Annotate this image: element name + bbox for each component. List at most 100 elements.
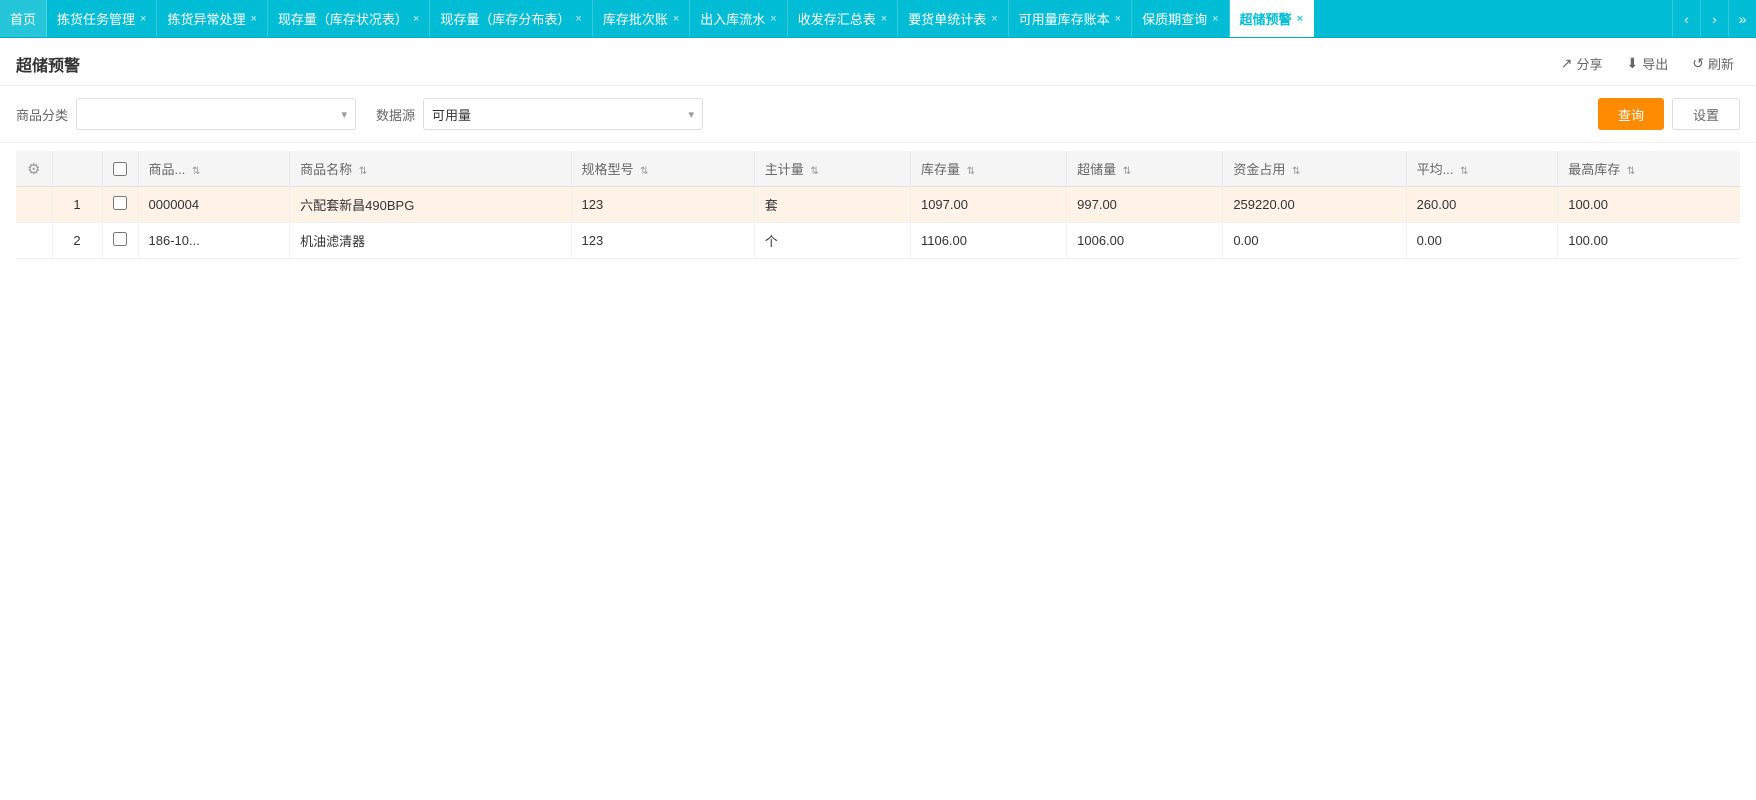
nav-prev-arrow[interactable]: ‹ <box>1672 0 1700 37</box>
table-row: 2186-10...机油滤清器123个1106.001006.000.000.0… <box>16 223 1740 259</box>
td-unit-1: 套 <box>754 187 910 223</box>
sort-icon-capital: ⇅ <box>1292 166 1300 177</box>
td-avg-1: 260.00 <box>1406 187 1558 223</box>
table-row: 10000004六配套新昌490BPG123套1097.00997.002592… <box>16 187 1740 223</box>
select-all-checkbox[interactable] <box>113 162 127 176</box>
td-spec-2: 123 <box>571 223 754 259</box>
nav-label-available-book: 可用量库存账本 <box>1019 9 1110 28</box>
nav-arrows: ‹ › » <box>1672 0 1756 37</box>
table-header-row: ⚙ 商品... ⇅ 商品名称 ⇅ 规格型号 ⇅ 主计量 ⇅ 库存量 ⇅ 超储量 … <box>16 151 1740 187</box>
nav-item-order-stats[interactable]: 要货单统计表 × <box>898 0 1008 37</box>
gear-icon: ⚙ <box>27 160 40 178</box>
datasource-select[interactable]: 可用量 ▾ <box>423 98 703 130</box>
td-code-1: 0000004 <box>138 187 290 223</box>
table-body: 10000004六配套新昌490BPG123套1097.00997.002592… <box>16 187 1740 259</box>
filter-bar: 商品分类 ▾ 数据源 可用量 ▾ 查询 设置 <box>0 86 1756 143</box>
nav-close-available-book[interactable]: × <box>1115 13 1121 25</box>
nav-label-receive-summary: 收发存汇总表 <box>798 9 876 28</box>
th-index <box>52 151 102 187</box>
page-title: 超储预警 <box>16 52 80 76</box>
nav-close-shelf-life[interactable]: × <box>1212 13 1218 25</box>
th-over[interactable]: 超储量 ⇅ <box>1067 151 1223 187</box>
nav-close-order-stats[interactable]: × <box>991 13 997 25</box>
nav-close-receive-summary[interactable]: × <box>881 13 887 25</box>
td-max_stock-2: 100.00 <box>1558 223 1740 259</box>
nav-item-available-book[interactable]: 可用量库存账本 × <box>1009 0 1132 37</box>
query-button[interactable]: 查询 <box>1598 98 1664 130</box>
refresh-button[interactable]: ↺ 刷新 <box>1686 50 1740 77</box>
category-select[interactable]: ▾ <box>76 98 356 130</box>
td-name-2: 机油滤清器 <box>290 223 571 259</box>
th-max-stock[interactable]: 最高库存 ⇅ <box>1558 151 1740 187</box>
nav-label-home: 首页 <box>10 9 36 28</box>
nav-label-over-stock: 超储预警 <box>1240 9 1292 28</box>
nav-close-pick-exception[interactable]: × <box>250 13 256 25</box>
td-index-2: 2 <box>52 223 102 259</box>
nav-label-in-out-flow: 出入库流水 <box>700 9 765 28</box>
nav-item-in-out-flow[interactable]: 出入库流水 × <box>690 0 787 37</box>
sort-icon-unit: ⇅ <box>810 166 818 177</box>
nav-close-pick-task[interactable]: × <box>140 13 146 25</box>
td-check-2 <box>102 223 138 259</box>
nav-item-home[interactable]: 首页 <box>0 0 47 37</box>
nav-item-stock-status[interactable]: 现存量（库存状况表） × <box>268 0 430 37</box>
th-spec[interactable]: 规格型号 ⇅ <box>571 151 754 187</box>
td-check-1 <box>102 187 138 223</box>
nav-label-batch-account: 库存批次账 <box>603 9 668 28</box>
row-checkbox-2[interactable] <box>113 232 127 246</box>
chevron-down-icon: ▾ <box>341 108 347 121</box>
nav-label-order-stats: 要货单统计表 <box>908 9 986 28</box>
td-unit-2: 个 <box>754 223 910 259</box>
row-checkbox-1[interactable] <box>113 196 127 210</box>
sort-icon-stock: ⇅ <box>967 166 975 177</box>
th-name[interactable]: 商品名称 ⇅ <box>290 151 571 187</box>
nav-item-receive-summary[interactable]: 收发存汇总表 × <box>788 0 898 37</box>
td-stock-2: 1106.00 <box>910 223 1066 259</box>
nav-close-over-stock[interactable]: × <box>1297 13 1303 25</box>
nav-label-pick-task: 拣货任务管理 <box>57 9 135 28</box>
category-label: 商品分类 <box>16 105 68 124</box>
nav-label-pick-exception: 拣货异常处理 <box>167 9 245 28</box>
td-gear-1 <box>16 187 52 223</box>
nav-next-arrow[interactable]: › <box>1700 0 1728 37</box>
nav-label-stock-status: 现存量（库存状况表） <box>278 9 408 28</box>
nav-item-batch-account[interactable]: 库存批次账 × <box>593 0 690 37</box>
th-capital[interactable]: 资金占用 ⇅ <box>1223 151 1406 187</box>
td-over-2: 1006.00 <box>1067 223 1223 259</box>
nav-expand-arrow[interactable]: » <box>1728 0 1756 37</box>
chevron-down-icon-2: ▾ <box>689 108 695 121</box>
sort-icon-spec: ⇅ <box>640 166 648 177</box>
share-button[interactable]: ↗ 分享 <box>1555 50 1609 77</box>
main-content: 超储预警 ↗ 分享 ⬇ 导出 ↺ 刷新 商品分类 ▾ 数据源 <box>0 38 1756 800</box>
th-code[interactable]: 商品... ⇅ <box>138 151 290 187</box>
td-avg-2: 0.00 <box>1406 223 1558 259</box>
nav-close-in-out-flow[interactable]: × <box>770 13 776 25</box>
refresh-icon: ↺ <box>1692 55 1704 72</box>
td-stock-1: 1097.00 <box>910 187 1066 223</box>
th-stock[interactable]: 库存量 ⇅ <box>910 151 1066 187</box>
header-actions: ↗ 分享 ⬇ 导出 ↺ 刷新 <box>1555 50 1740 77</box>
nav-item-stock-dist[interactable]: 现存量（库存分布表） × <box>430 0 592 37</box>
datasource-select-value: 可用量 <box>432 105 471 124</box>
th-unit[interactable]: 主计量 ⇅ <box>754 151 910 187</box>
nav-label-shelf-life: 保质期查询 <box>1142 9 1207 28</box>
td-index-1: 1 <box>52 187 102 223</box>
nav-close-stock-dist[interactable]: × <box>575 13 581 25</box>
th-check <box>102 151 138 187</box>
th-avg[interactable]: 平均... ⇅ <box>1406 151 1558 187</box>
settings-button[interactable]: 设置 <box>1672 98 1740 130</box>
sort-icon-avg: ⇅ <box>1460 166 1468 177</box>
export-button[interactable]: ⬇ 导出 <box>1621 50 1675 77</box>
nav-item-over-stock[interactable]: 超储预警 × <box>1230 0 1314 37</box>
datasource-label: 数据源 <box>376 105 415 124</box>
nav-item-shelf-life[interactable]: 保质期查询 × <box>1132 0 1229 37</box>
td-max_stock-1: 100.00 <box>1558 187 1740 223</box>
nav-close-batch-account[interactable]: × <box>673 13 679 25</box>
th-gear[interactable]: ⚙ <box>16 151 52 187</box>
export-icon: ⬇ <box>1627 55 1639 72</box>
table-container: ⚙ 商品... ⇅ 商品名称 ⇅ 规格型号 ⇅ 主计量 ⇅ 库存量 ⇅ 超储量 … <box>0 151 1756 259</box>
nav-item-pick-exception[interactable]: 拣货异常处理 × <box>157 0 267 37</box>
nav-item-pick-task[interactable]: 拣货任务管理 × <box>47 0 157 37</box>
nav-close-stock-status[interactable]: × <box>413 13 419 25</box>
sort-icon-code: ⇅ <box>192 166 200 177</box>
